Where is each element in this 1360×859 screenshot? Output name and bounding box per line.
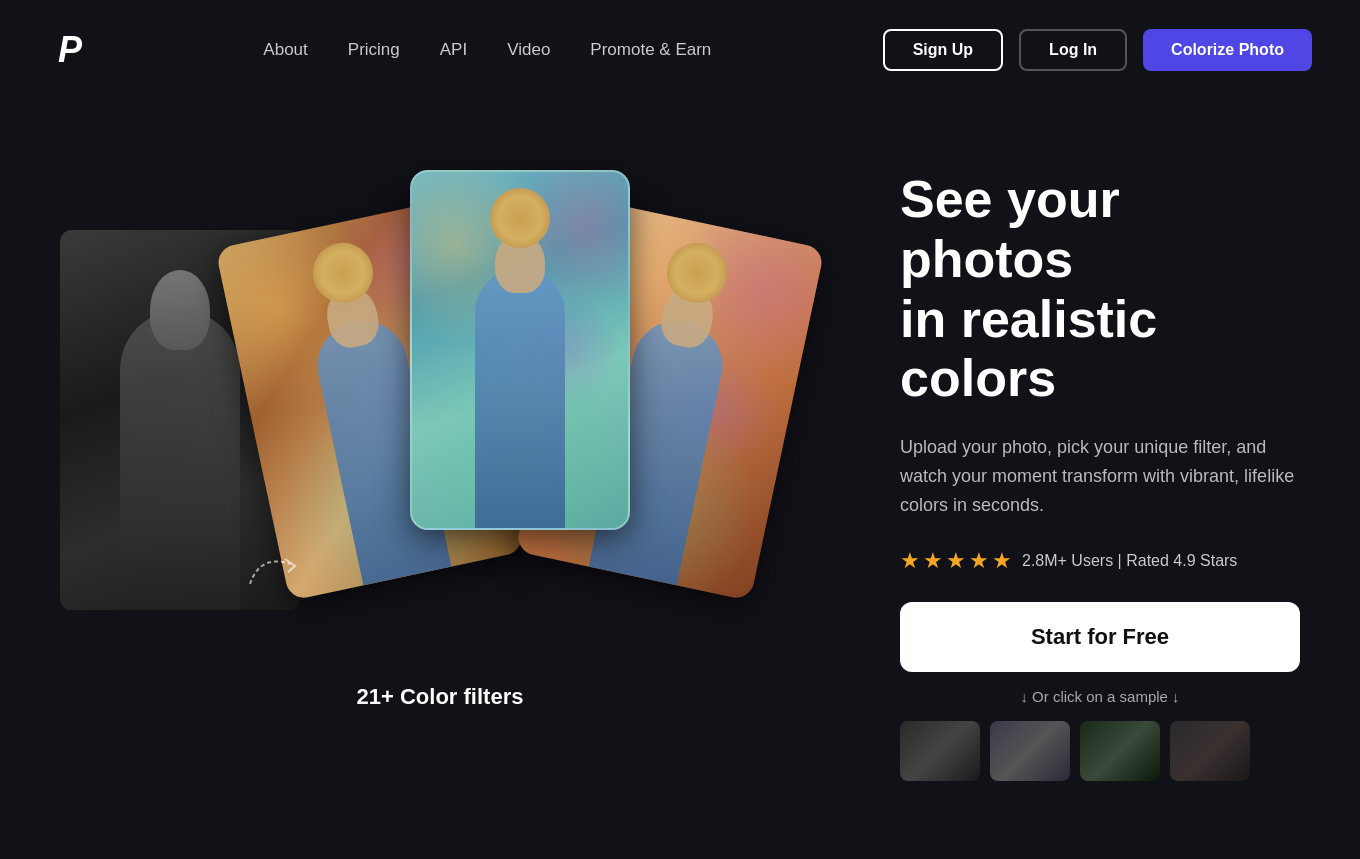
card-center bbox=[410, 170, 630, 530]
hero-section: 21+ Color filters See your photos in rea… bbox=[0, 100, 1360, 841]
sample-thumbnails bbox=[900, 721, 1300, 781]
hero-headline: See your photos in realistic colors bbox=[900, 170, 1300, 409]
nav-video[interactable]: Video bbox=[507, 40, 550, 59]
nav-pricing[interactable]: Pricing bbox=[348, 40, 400, 59]
sample-hint: ↓ Or click on a sample ↓ bbox=[900, 688, 1300, 705]
sample-thumb-3[interactable] bbox=[1080, 721, 1160, 781]
nav-links: About Pricing API Video Promote & Earn bbox=[263, 40, 711, 60]
nav-api[interactable]: API bbox=[440, 40, 467, 59]
nav-actions: Sign Up Log In Colorize Photo bbox=[883, 29, 1312, 71]
colorize-button[interactable]: Colorize Photo bbox=[1143, 29, 1312, 71]
star-2: ★ bbox=[923, 548, 943, 574]
figure-silhouette-bw bbox=[120, 310, 240, 610]
cards-fan bbox=[230, 140, 810, 720]
arrow-annotation bbox=[240, 544, 310, 600]
star-rating: ★ ★ ★ ★ ★ bbox=[900, 548, 1012, 574]
logo[interactable]: P bbox=[48, 28, 92, 72]
trusted-section: Trusted in productions for: H B B C bbox=[0, 841, 1360, 859]
logo-letter: P bbox=[58, 32, 82, 68]
photo-showcase: 21+ Color filters bbox=[60, 140, 820, 760]
hero-subtext: Upload your photo, pick your unique filt… bbox=[900, 433, 1300, 519]
star-4: ★ bbox=[969, 548, 989, 574]
rating-row: ★ ★ ★ ★ ★ 2.8M+ Users | Rated 4.9 Stars bbox=[900, 548, 1300, 574]
star-1: ★ bbox=[900, 548, 920, 574]
cta-section: See your photos in realistic colors Uplo… bbox=[900, 140, 1300, 781]
star-3: ★ bbox=[946, 548, 966, 574]
navbar: P About Pricing API Video Promote & Earn… bbox=[0, 0, 1360, 100]
rating-text: 2.8M+ Users | Rated 4.9 Stars bbox=[1022, 552, 1237, 570]
star-5: ★ bbox=[992, 548, 1012, 574]
sample-thumb-1[interactable] bbox=[900, 721, 980, 781]
filters-label: 21+ Color filters bbox=[357, 684, 524, 710]
login-button[interactable]: Log In bbox=[1019, 29, 1127, 71]
nav-about[interactable]: About bbox=[263, 40, 307, 59]
figure-color-center bbox=[475, 268, 565, 528]
sample-thumb-2[interactable] bbox=[990, 721, 1070, 781]
sample-thumb-4[interactable] bbox=[1170, 721, 1250, 781]
signup-button[interactable]: Sign Up bbox=[883, 29, 1003, 71]
nav-promote[interactable]: Promote & Earn bbox=[590, 40, 711, 59]
start-free-button[interactable]: Start for Free bbox=[900, 602, 1300, 672]
